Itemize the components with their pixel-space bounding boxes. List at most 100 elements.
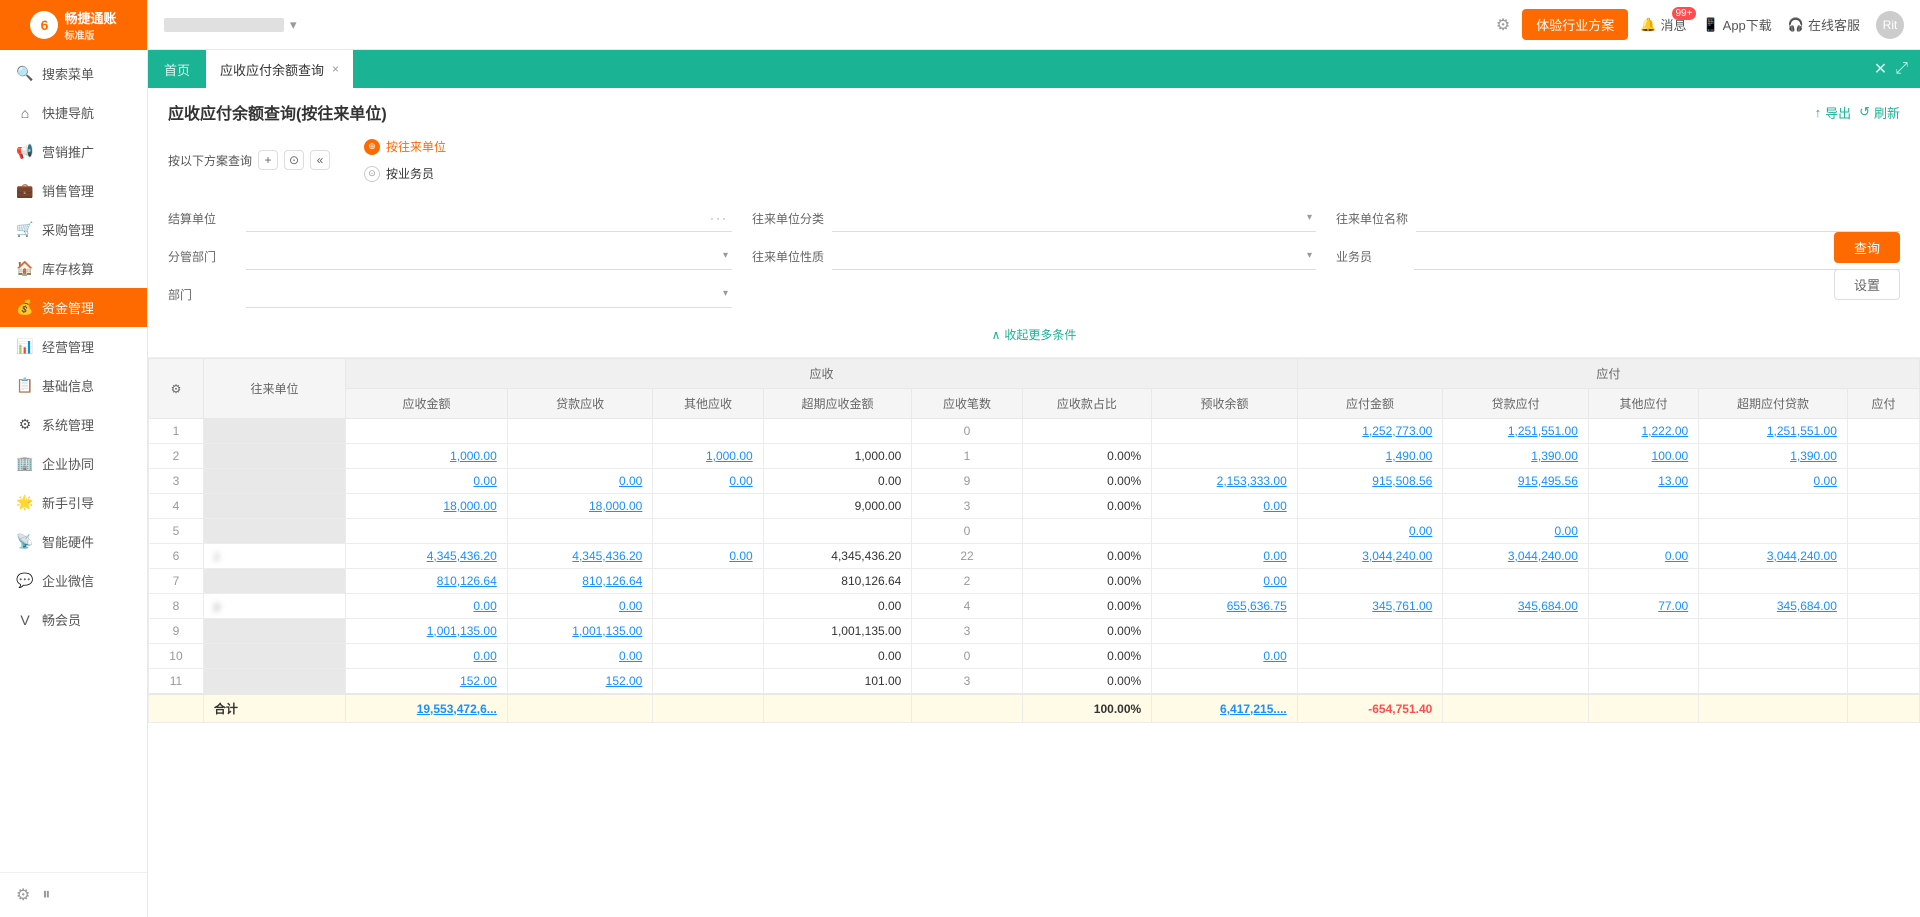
- app-download-btn[interactable]: 📱 App下载: [1702, 15, 1771, 34]
- table-cell[interactable]: 0.00: [1443, 519, 1589, 544]
- footer-ar-total[interactable]: 19,553,472,6...: [346, 694, 508, 723]
- table-cell: [1022, 519, 1152, 544]
- tab-expand-icon[interactable]: ⤢: [1895, 60, 1908, 78]
- table-cell[interactable]: 1,001,135.00: [507, 619, 653, 644]
- setting-btn[interactable]: 设置: [1834, 269, 1900, 300]
- sidebar-item-sales[interactable]: 💼 销售管理: [0, 171, 147, 210]
- table-cell[interactable]: 18,000.00: [507, 494, 653, 519]
- table-cell[interactable]: 1,001,135.00: [346, 619, 508, 644]
- sidebar-item-ops[interactable]: 📊 经营管理: [0, 327, 147, 366]
- salesperson-input[interactable]: ···: [1414, 242, 1900, 270]
- table-cell[interactable]: 0.00: [1588, 544, 1698, 569]
- sidebar-item-base[interactable]: 📋 基础信息: [0, 366, 147, 405]
- solution-btn[interactable]: 体验行业方案: [1522, 9, 1628, 40]
- schema-by-salesperson[interactable]: ⊙ 按业务员: [356, 161, 454, 186]
- tab-active[interactable]: 应收应付余额查询 ×: [206, 50, 353, 88]
- partner-name-input[interactable]: [1416, 204, 1900, 232]
- message-btn[interactable]: 🔔 消息 99+: [1640, 15, 1686, 34]
- gear-icon[interactable]: ⚙: [1496, 15, 1510, 35]
- table-cell[interactable]: 0.00: [1152, 569, 1298, 594]
- table-cell[interactable]: 0.00: [346, 469, 508, 494]
- dept-manager-input[interactable]: ▾: [246, 242, 732, 270]
- table-cell[interactable]: 1,251,551.00: [1443, 419, 1589, 444]
- table-cell[interactable]: 13.00: [1588, 469, 1698, 494]
- sidebar-item-inventory[interactable]: 🏠 库存核算: [0, 249, 147, 288]
- sidebar-item-quick[interactable]: ⌂ 快捷导航: [0, 93, 147, 132]
- sidebar-item-hardware[interactable]: 📡 智能硬件: [0, 522, 147, 561]
- table-cell[interactable]: 0.00: [653, 469, 763, 494]
- collapse-more-btn[interactable]: ∧ 收起更多条件: [168, 322, 1900, 347]
- settlement-unit-input[interactable]: ···: [246, 204, 732, 232]
- table-cell[interactable]: 0.00: [1699, 469, 1848, 494]
- table-cell[interactable]: 1,390.00: [1443, 444, 1589, 469]
- table-cell[interactable]: 810,126.64: [507, 569, 653, 594]
- sidebar-item-corp[interactable]: 🏢 企业协同: [0, 444, 147, 483]
- table-cell[interactable]: 1,000.00: [653, 444, 763, 469]
- query-btn[interactable]: 查询: [1834, 232, 1900, 263]
- table-cell[interactable]: 915,508.56: [1297, 469, 1443, 494]
- table-cell[interactable]: 1,222.00: [1588, 419, 1698, 444]
- filter-collapse-btn[interactable]: «: [310, 150, 330, 170]
- refresh-btn[interactable]: ↺ 刷新: [1859, 103, 1900, 122]
- table-cell[interactable]: 0.00: [507, 644, 653, 669]
- table-cell[interactable]: 3,044,240.00: [1297, 544, 1443, 569]
- chevron-down-icon[interactable]: ▾: [290, 17, 297, 33]
- schema-by-partner[interactable]: ⊕ 按往来单位: [356, 134, 454, 159]
- table-settings-header[interactable]: ⚙: [149, 359, 204, 419]
- dept-input[interactable]: ▾: [246, 280, 732, 308]
- table-cell[interactable]: 1,490.00: [1297, 444, 1443, 469]
- table-cell[interactable]: 18,000.00: [346, 494, 508, 519]
- tab-close-icon[interactable]: ×: [332, 62, 339, 76]
- table-cell[interactable]: 0.00: [507, 469, 653, 494]
- user-avatar[interactable]: Rit: [1876, 11, 1904, 39]
- sidebar-item-search[interactable]: 🔍 搜索菜单: [0, 54, 147, 93]
- table-cell[interactable]: 100.00: [1588, 444, 1698, 469]
- table-cell[interactable]: 3,044,240.00: [1443, 544, 1589, 569]
- table-cell[interactable]: 810,126.64: [346, 569, 508, 594]
- tab-close-window-icon[interactable]: ✕: [1874, 59, 1887, 79]
- sidebar-item-purchase[interactable]: 🛒 采购管理: [0, 210, 147, 249]
- sidebar-item-guide[interactable]: 🌟 新手引导: [0, 483, 147, 522]
- table-cell[interactable]: 0.00: [1152, 544, 1298, 569]
- table-cell[interactable]: 0.00: [346, 644, 508, 669]
- table-cell[interactable]: 152.00: [507, 669, 653, 695]
- table-cell[interactable]: 4,345,436.20: [346, 544, 508, 569]
- customer-service-btn[interactable]: 🎧 在线客服: [1788, 15, 1860, 34]
- table-cell[interactable]: 655,636.75: [1152, 594, 1298, 619]
- table-cell[interactable]: 0.00: [1152, 644, 1298, 669]
- settings-footer-icon[interactable]: ⚙: [16, 885, 30, 905]
- table-cell[interactable]: 152.00: [346, 669, 508, 695]
- filter-add-btn[interactable]: +: [258, 150, 278, 170]
- sidebar-item-marketing[interactable]: 📢 营销推广: [0, 132, 147, 171]
- partner-nature-input[interactable]: ▾: [832, 242, 1316, 270]
- table-cell[interactable]: 3,044,240.00: [1699, 544, 1848, 569]
- table-cell: [653, 494, 763, 519]
- table-cell[interactable]: 1,251,551.00: [1699, 419, 1848, 444]
- table-cell[interactable]: 0.00: [507, 594, 653, 619]
- table-cell[interactable]: 345,761.00: [1297, 594, 1443, 619]
- table-container[interactable]: ⚙ 往来单位 应收 应付 应收金额 贷款应收 其他应收 超期应收金额 应收笔数 …: [148, 358, 1920, 917]
- table-cell[interactable]: 4,345,436.20: [507, 544, 653, 569]
- table-cell[interactable]: 77.00: [1588, 594, 1698, 619]
- table-cell[interactable]: 0.00: [1152, 494, 1298, 519]
- sidebar-item-finance[interactable]: 💰 资金管理: [0, 288, 147, 327]
- sidebar-item-wechat[interactable]: 💬 企业微信: [0, 561, 147, 600]
- table-cell[interactable]: 1,390.00: [1699, 444, 1848, 469]
- table-cell[interactable]: 915,495.56: [1443, 469, 1589, 494]
- table-cell[interactable]: 0.00: [1297, 519, 1443, 544]
- sidebar-item-member[interactable]: V 畅会员: [0, 600, 147, 639]
- partner-category-input[interactable]: ▾: [832, 204, 1316, 232]
- collapse-icon[interactable]: ⏸: [42, 886, 50, 904]
- table-cell[interactable]: 1,252,773.00: [1297, 419, 1443, 444]
- table-cell[interactable]: 345,684.00: [1443, 594, 1589, 619]
- table-cell[interactable]: 0.00: [653, 544, 763, 569]
- export-btn[interactable]: ↑ 导出: [1815, 103, 1852, 122]
- table-cell[interactable]: 1,000.00: [346, 444, 508, 469]
- table-cell[interactable]: 345,684.00: [1699, 594, 1848, 619]
- filter-edit-btn[interactable]: ⊙: [284, 150, 304, 170]
- sidebar-item-system[interactable]: ⚙ 系统管理: [0, 405, 147, 444]
- table-cell[interactable]: 0.00: [346, 594, 508, 619]
- table-cell[interactable]: 2,153,333.00: [1152, 469, 1298, 494]
- tab-home[interactable]: 首页: [148, 50, 206, 88]
- footer-advance[interactable]: 6,417,215....: [1152, 694, 1298, 723]
